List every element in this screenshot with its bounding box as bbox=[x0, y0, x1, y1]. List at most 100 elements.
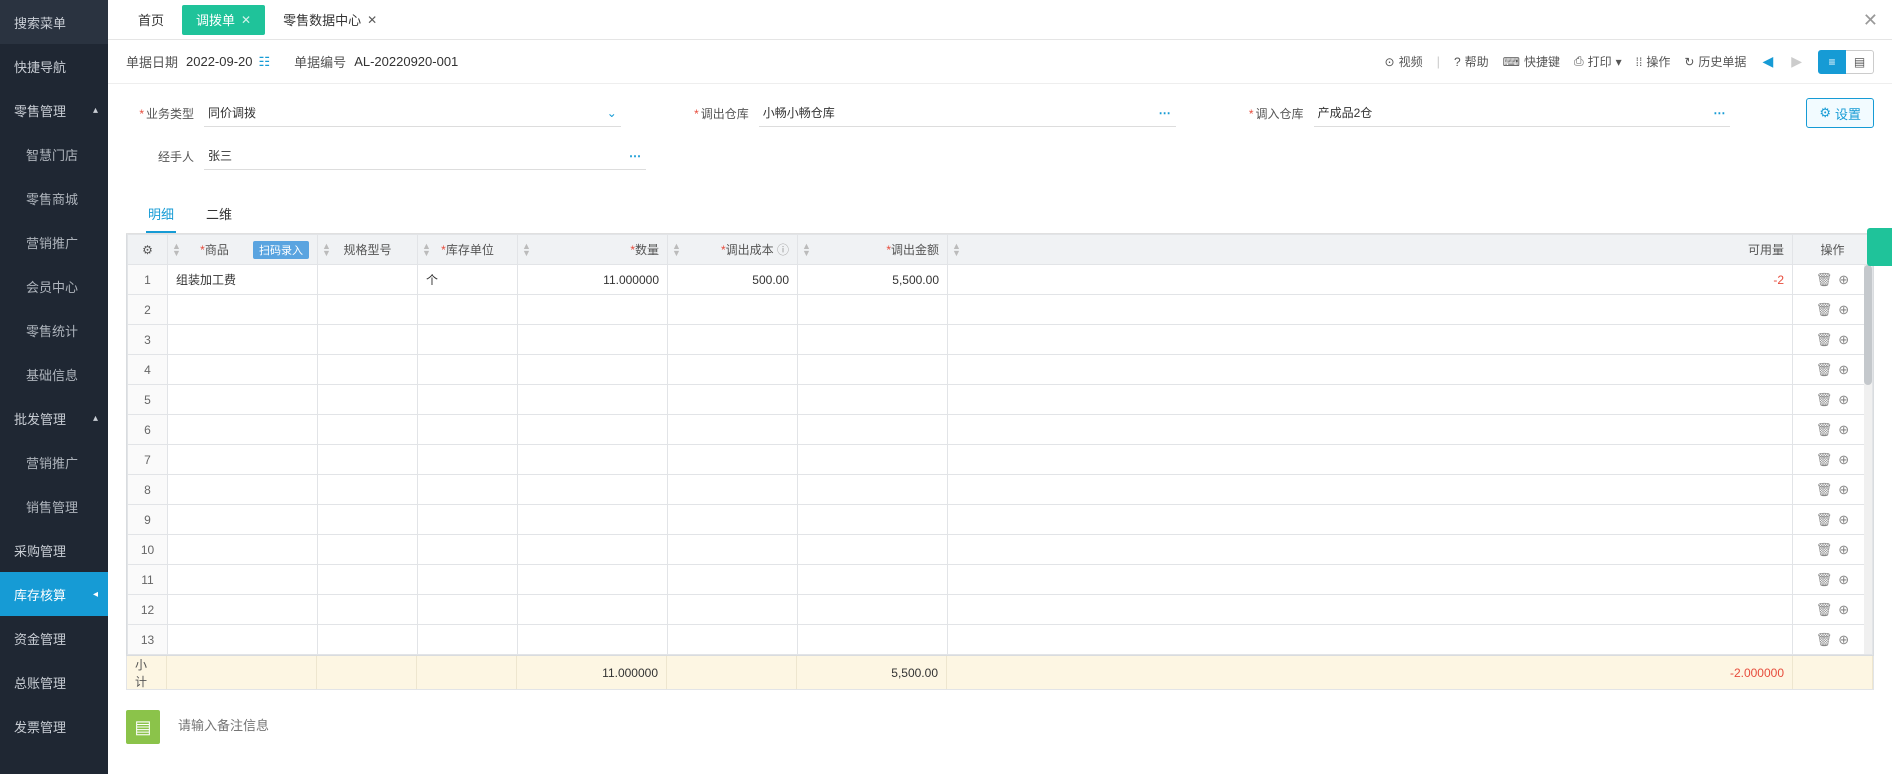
sidebar-item-search[interactable]: 搜索菜单 bbox=[0, 0, 108, 44]
table-row[interactable]: 12🗑⊕ bbox=[128, 595, 1873, 625]
cell-unit[interactable] bbox=[418, 475, 518, 505]
cell-out-cost[interactable] bbox=[668, 325, 798, 355]
cell-spec[interactable] bbox=[318, 415, 418, 445]
cell-available[interactable] bbox=[948, 535, 1793, 565]
cell-available[interactable] bbox=[948, 625, 1793, 655]
cell-qty[interactable] bbox=[518, 505, 668, 535]
cell-product[interactable] bbox=[168, 385, 318, 415]
calendar-icon[interactable]: ☷ bbox=[259, 54, 271, 70]
add-row-icon[interactable]: ⊕ bbox=[1838, 392, 1849, 407]
cell-product[interactable] bbox=[168, 295, 318, 325]
delete-icon[interactable]: 🗑 bbox=[1816, 632, 1833, 647]
sidebar-item-retail[interactable]: 零售管理▴ bbox=[0, 88, 108, 132]
table-settings-header[interactable]: ⚙ bbox=[128, 235, 168, 265]
cell-product[interactable]: 组装加工费 bbox=[168, 265, 318, 295]
cell-qty[interactable] bbox=[518, 445, 668, 475]
sidebar-item-retailstats[interactable]: 零售统计 bbox=[0, 308, 108, 352]
cell-spec[interactable] bbox=[318, 265, 418, 295]
cell-out-amount[interactable] bbox=[798, 535, 948, 565]
cell-qty[interactable] bbox=[518, 325, 668, 355]
sidebar-item-sales[interactable]: 销售管理 bbox=[0, 484, 108, 528]
cell-spec[interactable] bbox=[318, 565, 418, 595]
cell-unit[interactable] bbox=[418, 535, 518, 565]
cell-out-cost[interactable] bbox=[668, 595, 798, 625]
sort-icon[interactable]: ▲▼ bbox=[422, 243, 431, 257]
cell-qty[interactable] bbox=[518, 565, 668, 595]
cell-out-amount[interactable] bbox=[798, 415, 948, 445]
sort-icon[interactable]: ▲▼ bbox=[522, 243, 531, 257]
col-qty[interactable]: ▲▼*数量 bbox=[518, 235, 668, 265]
delete-icon[interactable]: 🗑 bbox=[1816, 302, 1833, 317]
cell-out-amount[interactable] bbox=[798, 355, 948, 385]
cell-product[interactable] bbox=[168, 625, 318, 655]
sidebar-item-marketing1[interactable]: 营销推广 bbox=[0, 220, 108, 264]
cell-spec[interactable] bbox=[318, 595, 418, 625]
col-out-amount[interactable]: ▲▼*调出金额 bbox=[798, 235, 948, 265]
more-icon[interactable]: ⋯ bbox=[629, 149, 642, 163]
cell-out-cost[interactable]: 500.00 bbox=[668, 265, 798, 295]
cell-unit[interactable] bbox=[418, 325, 518, 355]
cell-spec[interactable] bbox=[318, 445, 418, 475]
view-list-button[interactable]: ≡ bbox=[1818, 50, 1846, 74]
cell-out-amount[interactable]: 5,500.00 bbox=[798, 265, 948, 295]
add-row-icon[interactable]: ⊕ bbox=[1838, 482, 1849, 497]
prev-page-arrow[interactable]: ◀ bbox=[1760, 53, 1775, 70]
subtab-detail[interactable]: 明细 bbox=[146, 196, 176, 233]
col-available[interactable]: ▲▼可用量 bbox=[948, 235, 1793, 265]
add-row-icon[interactable]: ⊕ bbox=[1838, 272, 1849, 287]
cell-qty[interactable] bbox=[518, 415, 668, 445]
cell-spec[interactable] bbox=[318, 295, 418, 325]
sidebar-item-inventory[interactable]: 库存核算◂ bbox=[0, 572, 108, 616]
close-all-icon[interactable]: ✕ bbox=[1863, 10, 1878, 31]
settings-button[interactable]: ⚙设置 bbox=[1806, 98, 1874, 128]
in-wh-select[interactable]: 产成品2仓⋯ bbox=[1314, 99, 1731, 127]
cell-out-amount[interactable] bbox=[798, 595, 948, 625]
tool-history[interactable]: ↻历史单据 bbox=[1684, 53, 1746, 70]
cell-available[interactable] bbox=[948, 505, 1793, 535]
table-row[interactable]: 8🗑⊕ bbox=[128, 475, 1873, 505]
cell-qty[interactable] bbox=[518, 535, 668, 565]
add-row-icon[interactable]: ⊕ bbox=[1838, 332, 1849, 347]
tab-home[interactable]: 首页 bbox=[124, 5, 178, 35]
delete-icon[interactable]: 🗑 bbox=[1816, 452, 1833, 467]
sidebar-item-baseinfo[interactable]: 基础信息 bbox=[0, 352, 108, 396]
table-row[interactable]: 2🗑⊕ bbox=[128, 295, 1873, 325]
cell-unit[interactable] bbox=[418, 295, 518, 325]
cell-spec[interactable] bbox=[318, 475, 418, 505]
cell-out-cost[interactable] bbox=[668, 625, 798, 655]
table-row[interactable]: 7🗑⊕ bbox=[128, 445, 1873, 475]
add-row-icon[interactable]: ⊕ bbox=[1838, 512, 1849, 527]
subtab-2d[interactable]: 二维 bbox=[204, 196, 234, 233]
cell-out-amount[interactable] bbox=[798, 505, 948, 535]
tool-shortcut[interactable]: ⌨快捷键 bbox=[1503, 53, 1560, 70]
cell-unit[interactable] bbox=[418, 385, 518, 415]
table-row[interactable]: 10🗑⊕ bbox=[128, 535, 1873, 565]
table-row[interactable]: 3🗑⊕ bbox=[128, 325, 1873, 355]
table-row[interactable]: 9🗑⊕ bbox=[128, 505, 1873, 535]
tool-print[interactable]: ⎙打印▾ bbox=[1574, 53, 1622, 70]
cell-product[interactable] bbox=[168, 565, 318, 595]
table-row[interactable]: 4🗑⊕ bbox=[128, 355, 1873, 385]
sidebar-item-ledger[interactable]: 总账管理 bbox=[0, 660, 108, 704]
cell-out-amount[interactable] bbox=[798, 325, 948, 355]
cell-available[interactable] bbox=[948, 475, 1793, 505]
cell-available[interactable] bbox=[948, 325, 1793, 355]
cell-qty[interactable] bbox=[518, 295, 668, 325]
tool-video[interactable]: ⊙视频 bbox=[1385, 53, 1423, 70]
cell-available[interactable] bbox=[948, 385, 1793, 415]
delete-icon[interactable]: 🗑 bbox=[1816, 422, 1833, 437]
cell-available[interactable] bbox=[948, 295, 1793, 325]
sidebar-item-fund[interactable]: 资金管理 bbox=[0, 616, 108, 660]
cell-unit[interactable] bbox=[418, 445, 518, 475]
cell-qty[interactable] bbox=[518, 475, 668, 505]
cell-out-cost[interactable] bbox=[668, 415, 798, 445]
delete-icon[interactable]: 🗑 bbox=[1816, 482, 1833, 497]
cell-available[interactable]: -2 bbox=[948, 265, 1793, 295]
add-row-icon[interactable]: ⊕ bbox=[1838, 452, 1849, 467]
date-value[interactable]: 2022-09-20 bbox=[186, 54, 253, 69]
delete-icon[interactable]: 🗑 bbox=[1816, 572, 1833, 587]
delete-icon[interactable]: 🗑 bbox=[1816, 392, 1833, 407]
cell-out-amount[interactable] bbox=[798, 295, 948, 325]
close-icon[interactable]: ✕ bbox=[367, 13, 377, 27]
add-row-icon[interactable]: ⊕ bbox=[1838, 572, 1849, 587]
